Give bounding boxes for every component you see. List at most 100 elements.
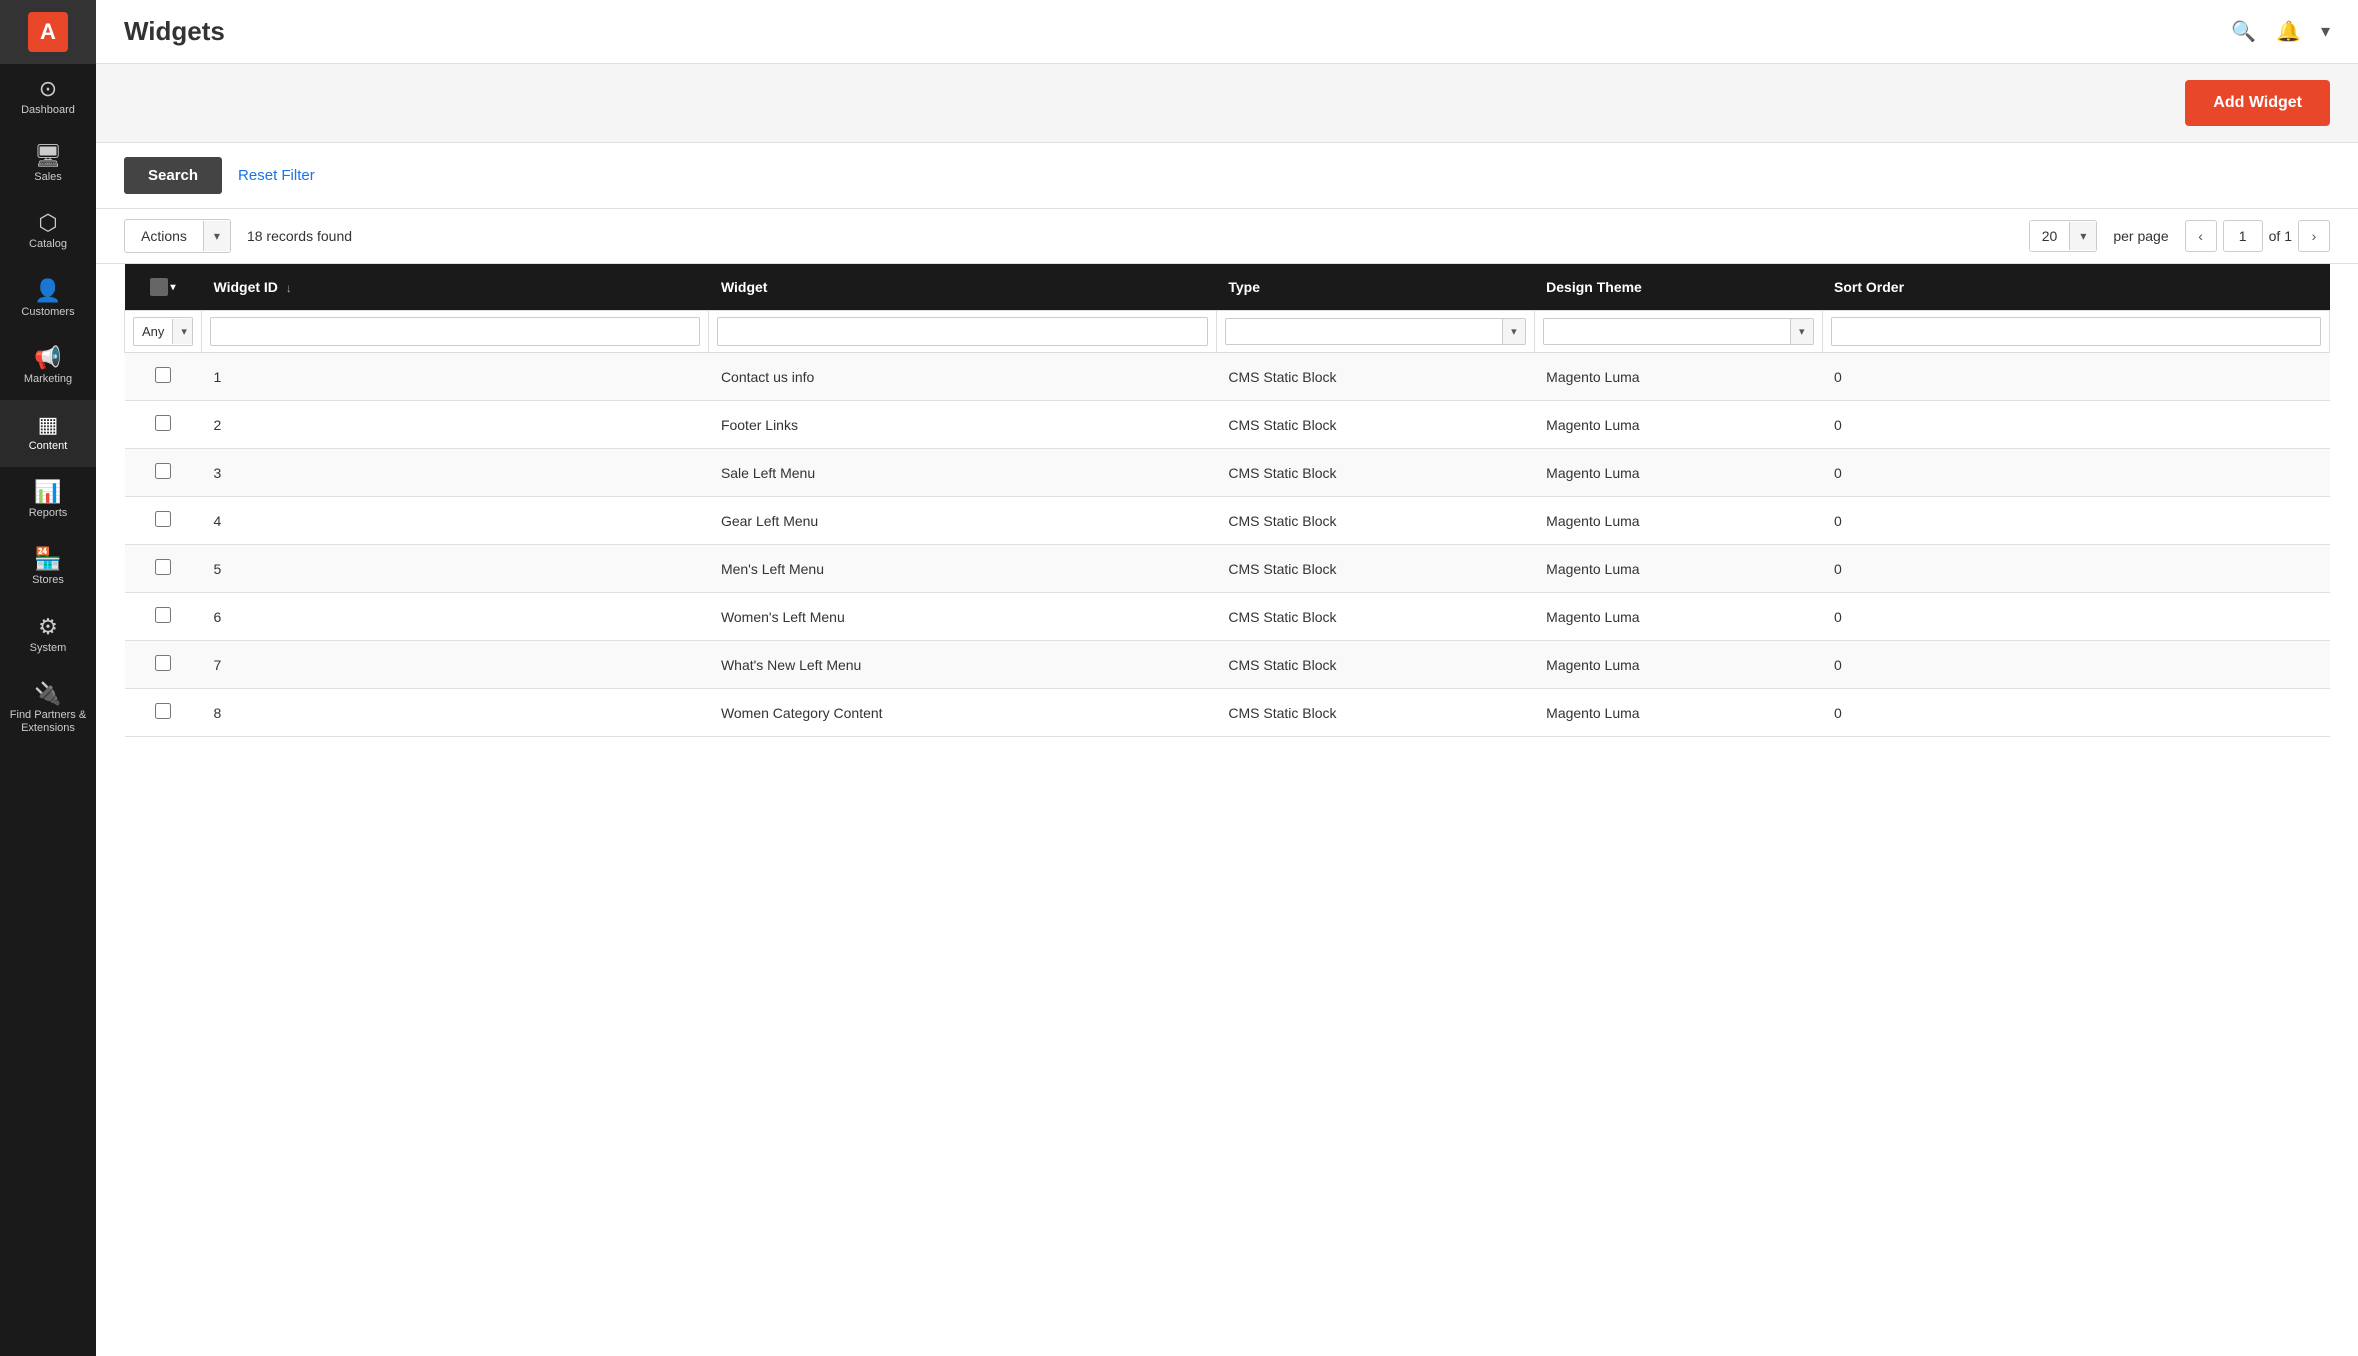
row-checkbox[interactable] bbox=[155, 511, 171, 527]
row-design-theme: Magento Luma bbox=[1534, 545, 1822, 593]
table-row[interactable]: 5 Men's Left Menu CMS Static Block Magen… bbox=[125, 545, 2330, 593]
row-design-theme: Magento Luma bbox=[1534, 353, 1822, 401]
table-row[interactable]: 1 Contact us info CMS Static Block Magen… bbox=[125, 353, 2330, 401]
sidebar-item-content[interactable]: ▦ Content bbox=[0, 400, 96, 467]
filter-widget-input[interactable] bbox=[717, 317, 1207, 346]
sidebar-item-customers[interactable]: 👤 Customers bbox=[0, 266, 96, 333]
table-row[interactable]: 4 Gear Left Menu CMS Static Block Magent… bbox=[125, 497, 2330, 545]
row-checkbox[interactable] bbox=[155, 367, 171, 383]
sidebar-item-system[interactable]: ⚙ System bbox=[0, 602, 96, 669]
per-page-arrow[interactable]: ▾ bbox=[2069, 222, 2096, 250]
th-widget-id-label: Widget ID bbox=[214, 279, 278, 295]
th-widget-label: Widget bbox=[721, 279, 768, 295]
table-row[interactable]: 8 Women Category Content CMS Static Bloc… bbox=[125, 689, 2330, 737]
page-title: Widgets bbox=[124, 16, 225, 47]
reset-filter-link[interactable]: Reset Filter bbox=[238, 167, 315, 184]
row-checkbox[interactable] bbox=[155, 607, 171, 623]
table-row[interactable]: 6 Women's Left Menu CMS Static Block Mag… bbox=[125, 593, 2330, 641]
prev-page-button[interactable]: ‹ bbox=[2185, 220, 2217, 252]
filter-id-input[interactable] bbox=[210, 317, 700, 346]
row-widget-id: 4 bbox=[202, 497, 709, 545]
reports-icon: 📊 bbox=[34, 481, 61, 503]
records-found: 18 records found bbox=[247, 228, 352, 244]
sidebar-item-catalog[interactable]: ⬡ Catalog bbox=[0, 198, 96, 265]
sidebar-item-dashboard[interactable]: ⊙ Dashboard bbox=[0, 64, 96, 131]
th-design-theme: Design Theme bbox=[1534, 264, 1822, 311]
page-number-input[interactable] bbox=[2223, 220, 2263, 252]
sidebar-item-label-dashboard: Dashboard bbox=[21, 104, 75, 117]
table-wrapper: ▾ Widget ID ↓ Widget Type Design Theme bbox=[96, 264, 2358, 1356]
header-dropdown-icon[interactable]: ▾ bbox=[2321, 21, 2330, 42]
search-icon[interactable]: 🔍 bbox=[2231, 19, 2256, 44]
th-widget-id[interactable]: Widget ID ↓ bbox=[202, 264, 709, 311]
toolbar-area: Add Widget bbox=[96, 64, 2358, 143]
stores-icon: 🏪 bbox=[34, 548, 61, 570]
sales-icon: 🖥 bbox=[34, 145, 62, 167]
filter-type-arrow[interactable]: ▾ bbox=[1502, 319, 1525, 344]
page-header: Widgets 🔍 🔔 ▾ bbox=[96, 0, 2358, 64]
sidebar-item-stores[interactable]: 🏪 Stores bbox=[0, 534, 96, 601]
filter-any-arrow[interactable]: ▾ bbox=[172, 319, 193, 344]
per-page-value: 20 bbox=[2030, 221, 2070, 251]
row-checkbox[interactable] bbox=[155, 703, 171, 719]
row-checkbox[interactable] bbox=[155, 463, 171, 479]
sidebar-item-sales[interactable]: 🖥 Sales bbox=[0, 131, 96, 198]
th-sort-order-label: Sort Order bbox=[1834, 279, 1904, 295]
select-all-checkbox[interactable] bbox=[150, 278, 168, 296]
row-widget-id: 5 bbox=[202, 545, 709, 593]
add-widget-button[interactable]: Add Widget bbox=[2185, 80, 2330, 126]
sidebar-item-find-partners[interactable]: 🔌 Find Partners & Extensions bbox=[0, 669, 96, 749]
row-sort-order: 0 bbox=[1822, 449, 2329, 497]
table-row[interactable]: 2 Footer Links CMS Static Block Magento … bbox=[125, 401, 2330, 449]
row-widget-name: Footer Links bbox=[709, 401, 1216, 449]
row-checkbox[interactable] bbox=[155, 415, 171, 431]
filter-cell-design-theme: ▾ bbox=[1534, 311, 1822, 353]
search-button[interactable]: Search bbox=[124, 157, 222, 194]
row-design-theme: Magento Luma bbox=[1534, 593, 1822, 641]
row-widget-name: Women Category Content bbox=[709, 689, 1216, 737]
search-bar: Search Reset Filter bbox=[96, 143, 2358, 209]
row-widget-name: What's New Left Menu bbox=[709, 641, 1216, 689]
system-icon: ⚙ bbox=[38, 616, 58, 638]
sidebar-item-marketing[interactable]: 📢 Marketing bbox=[0, 333, 96, 400]
per-page-select[interactable]: 20 ▾ bbox=[2029, 220, 2098, 252]
per-page-label: per page bbox=[2113, 228, 2168, 244]
sidebar-item-label-system: System bbox=[30, 642, 67, 655]
select-all-dropdown[interactable]: ▾ bbox=[170, 282, 175, 293]
sidebar-item-label-content: Content bbox=[29, 440, 68, 453]
actions-dropdown[interactable]: Actions ▾ bbox=[124, 219, 231, 253]
filter-cell-type: ▾ bbox=[1216, 311, 1534, 353]
sidebar-item-label-sales: Sales bbox=[34, 171, 62, 184]
table-row[interactable]: 7 What's New Left Menu CMS Static Block … bbox=[125, 641, 2330, 689]
sidebar-item-reports[interactable]: 📊 Reports bbox=[0, 467, 96, 534]
sidebar-item-label-reports: Reports bbox=[29, 507, 68, 520]
row-type: CMS Static Block bbox=[1216, 641, 1534, 689]
row-checkbox-cell bbox=[125, 593, 202, 641]
widgets-table: ▾ Widget ID ↓ Widget Type Design Theme bbox=[124, 264, 2330, 737]
filter-design-theme-arrow[interactable]: ▾ bbox=[1790, 319, 1813, 344]
widget-id-sort-icon[interactable]: ↓ bbox=[286, 281, 292, 295]
filter-cell-id bbox=[202, 311, 709, 353]
row-checkbox[interactable] bbox=[155, 559, 171, 575]
row-type: CMS Static Block bbox=[1216, 689, 1534, 737]
row-checkbox[interactable] bbox=[155, 655, 171, 671]
next-page-button[interactable]: › bbox=[2298, 220, 2330, 252]
row-widget-name: Sale Left Menu bbox=[709, 449, 1216, 497]
notification-bell-icon[interactable]: 🔔 bbox=[2276, 19, 2301, 44]
sidebar-item-label-stores: Stores bbox=[32, 574, 64, 587]
page-of-label: of 1 bbox=[2269, 228, 2292, 244]
row-sort-order: 0 bbox=[1822, 353, 2329, 401]
row-sort-order: 0 bbox=[1822, 689, 2329, 737]
actions-dropdown-arrow[interactable]: ▾ bbox=[203, 221, 230, 251]
table-row[interactable]: 3 Sale Left Menu CMS Static Block Magent… bbox=[125, 449, 2330, 497]
filter-row: Any ▾ ▾ bbox=[125, 311, 2330, 353]
row-checkbox-cell bbox=[125, 353, 202, 401]
th-sort-order: Sort Order bbox=[1822, 264, 2329, 311]
customers-icon: 👤 bbox=[34, 280, 61, 302]
actions-label: Actions bbox=[125, 220, 203, 252]
sidebar: A ⊙ Dashboard 🖥 Sales ⬡ Catalog 👤 Custom… bbox=[0, 0, 96, 1356]
row-checkbox-cell bbox=[125, 689, 202, 737]
marketing-icon: 📢 bbox=[34, 347, 61, 369]
filter-sort-order-input[interactable] bbox=[1831, 317, 2321, 346]
filter-cell-widget bbox=[709, 311, 1216, 353]
